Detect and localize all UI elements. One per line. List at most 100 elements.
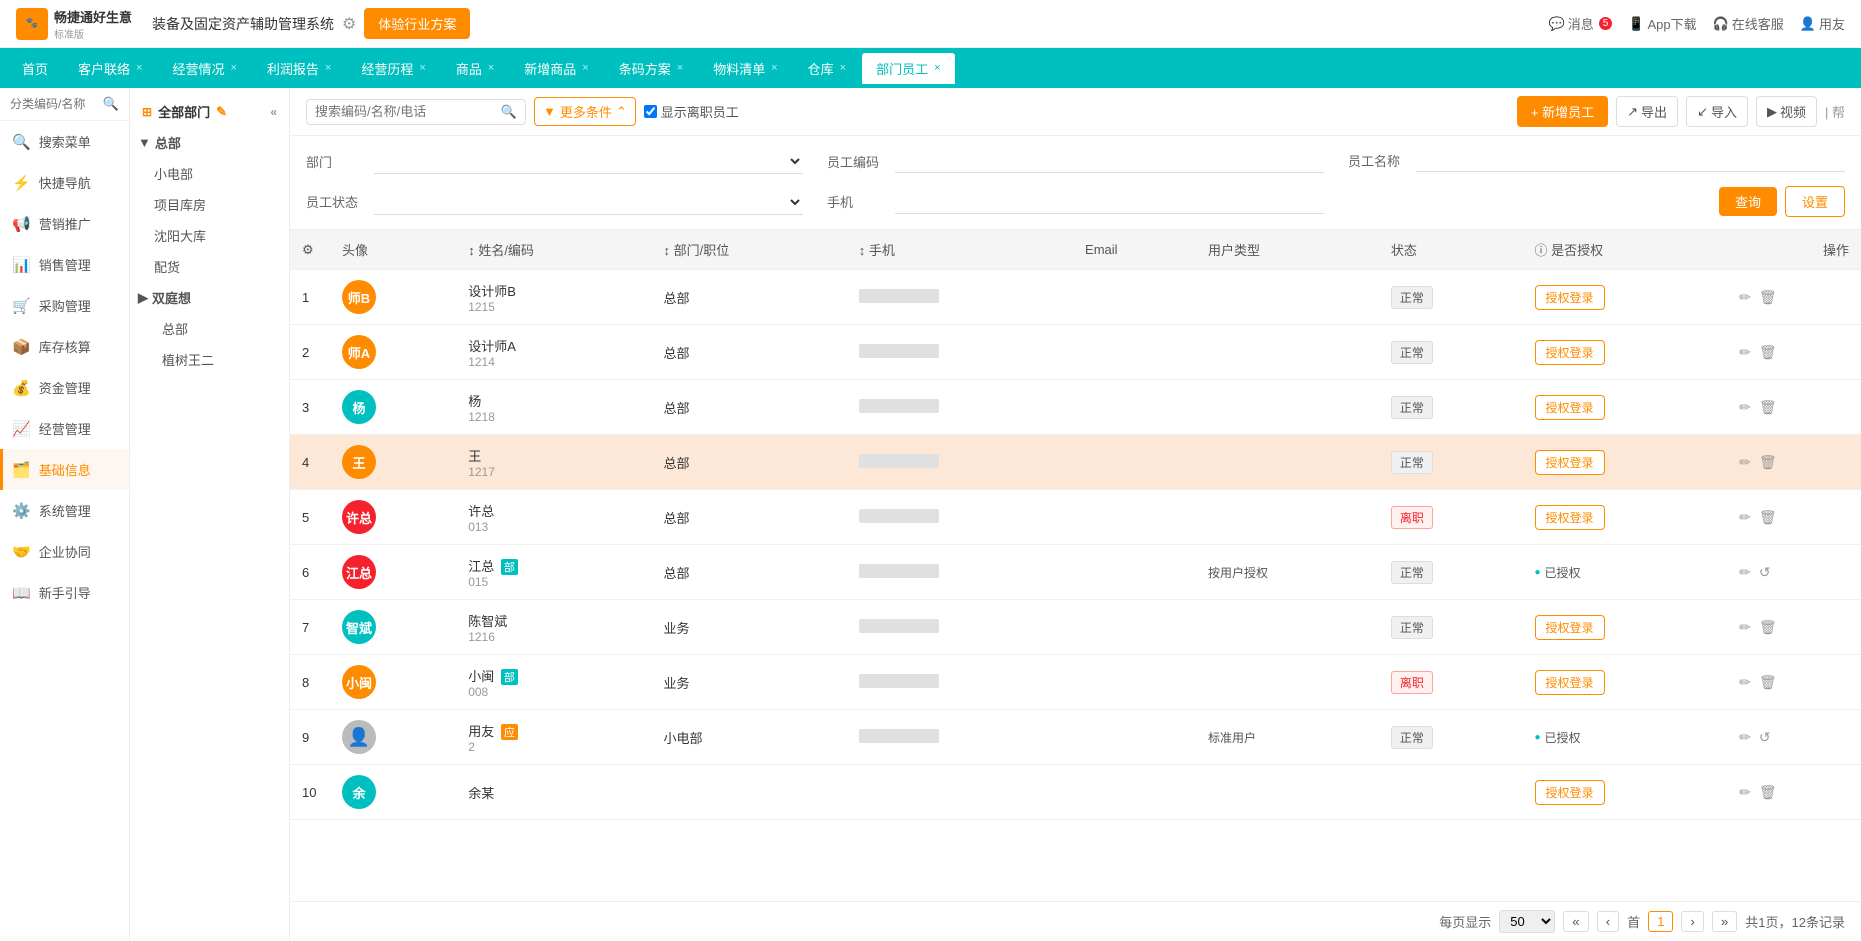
phone-filter-input[interactable] (895, 190, 1324, 214)
close-icon[interactable]: × (677, 62, 683, 74)
search-icon[interactable]: 🔍 (103, 96, 119, 112)
close-icon[interactable]: × (419, 62, 425, 74)
delete-button[interactable]: 🗑 (1759, 674, 1777, 691)
sidebar-item-search[interactable]: 🔍 搜索菜单 (0, 121, 129, 162)
tree-node-xiangmuku[interactable]: 项目库房 (130, 189, 289, 220)
sidebar-item-guide[interactable]: 📖 新手引导 (0, 572, 129, 613)
delete-button[interactable]: 🗑 (1759, 619, 1777, 636)
export-button[interactable]: ↗ 导出 (1616, 96, 1678, 127)
empname-filter-input[interactable] (1416, 148, 1845, 172)
auth-button[interactable]: 授权登录 (1535, 450, 1605, 475)
show-leave-checkbox[interactable]: 显示离职员工 (644, 102, 739, 121)
view-button[interactable]: ▶ 视频 (1756, 96, 1817, 127)
tree-node-xiaodianbu[interactable]: 小电部 (130, 158, 289, 189)
tab-operation-status[interactable]: 经营情况 × (158, 53, 250, 84)
delete-button[interactable]: 🗑 (1759, 344, 1777, 361)
edit-button[interactable]: ✏ (1739, 344, 1751, 361)
show-leave-input[interactable] (644, 105, 657, 118)
delete-button[interactable]: 🗑 (1759, 784, 1777, 801)
close-icon[interactable]: × (582, 62, 588, 74)
tab-home[interactable]: 首页 (8, 53, 62, 84)
filter-button[interactable]: ▼ 更多条件 ⌃ (534, 97, 636, 126)
auth-button[interactable]: 授权登录 (1535, 395, 1605, 420)
delete-button[interactable]: ↺ (1759, 564, 1771, 581)
filter-settings-button[interactable]: 设置 (1785, 186, 1845, 217)
collapse-icon[interactable]: « (270, 105, 277, 119)
sidebar-item-operation[interactable]: 📈 经营管理 (0, 408, 129, 449)
sidebar-search-input[interactable] (10, 97, 99, 111)
delete-button[interactable]: 🗑 (1759, 509, 1777, 526)
edit-button[interactable]: ✏ (1739, 454, 1751, 471)
next-page-button[interactable]: › (1681, 911, 1703, 932)
close-icon[interactable]: × (488, 62, 494, 74)
col-dept-pos[interactable]: ↕ 部门/职位 (651, 230, 846, 270)
help-icon[interactable]: | 帮 (1825, 102, 1845, 121)
search-input[interactable] (315, 104, 497, 119)
sidebar-item-quick[interactable]: ⚡ 快捷导航 (0, 162, 129, 203)
edit-button[interactable]: ✏ (1739, 509, 1751, 526)
tab-history[interactable]: 经营历程 × (347, 53, 439, 84)
col-name-code[interactable]: ↕ 姓名/编码 (456, 230, 651, 270)
close-icon[interactable]: × (325, 62, 331, 74)
search-icon[interactable]: 🔍 (501, 104, 517, 120)
page-size-select[interactable]: 50 100 (1499, 910, 1555, 933)
prev-page-button[interactable]: ‹ (1597, 911, 1619, 932)
user-avatar-area[interactable]: 👤 用友 (1800, 14, 1845, 33)
tab-profit[interactable]: 利润报告 × (253, 53, 345, 84)
all-dept-label[interactable]: 全部部门 (158, 102, 210, 121)
close-icon[interactable]: × (136, 62, 142, 74)
sidebar-item-inventory[interactable]: 📦 库存核算 (0, 326, 129, 367)
sidebar-item-finance[interactable]: 💰 资金管理 (0, 367, 129, 408)
tree-node-zhishuwang[interactable]: 植树王二 (130, 344, 289, 375)
sidebar-item-sales[interactable]: 📊 销售管理 (0, 244, 129, 285)
auth-button[interactable]: 授权登录 (1535, 340, 1605, 365)
close-icon[interactable]: × (840, 62, 846, 74)
auth-button[interactable]: 授权登录 (1535, 285, 1605, 310)
tab-goods[interactable]: 商品 × (442, 53, 508, 84)
sidebar-item-system[interactable]: ⚙️ 系统管理 (0, 490, 129, 531)
tab-new-goods[interactable]: 新增商品 × (510, 53, 602, 84)
auth-button[interactable]: 授权登录 (1535, 615, 1605, 640)
delete-button[interactable]: 🗑 (1759, 289, 1777, 306)
trial-button[interactable]: 体验行业方案 (364, 8, 470, 39)
delete-button[interactable]: 🗑 (1759, 399, 1777, 416)
sidebar-item-collab[interactable]: 🤝 企业协同 (0, 531, 129, 572)
auth-button[interactable]: 授权登录 (1535, 780, 1605, 805)
query-button[interactable]: 查询 (1719, 187, 1777, 216)
app-download-link[interactable]: 📱 App下载 (1628, 14, 1696, 33)
sidebar-item-marketing[interactable]: 📢 营销推广 (0, 203, 129, 244)
last-page-button[interactable]: » (1712, 911, 1737, 932)
dept-filter-select[interactable] (374, 148, 803, 174)
tab-barcode[interactable]: 条码方案 × (605, 53, 697, 84)
edit-button[interactable]: ✏ (1739, 729, 1751, 746)
message-link[interactable]: 💬 消息 5 (1549, 14, 1613, 33)
close-icon[interactable]: × (230, 62, 236, 74)
auth-button[interactable]: 授权登录 (1535, 505, 1605, 530)
empcode-filter-input[interactable] (895, 149, 1324, 173)
edit-button[interactable]: ✏ (1739, 619, 1751, 636)
auth-button[interactable]: 授权登录 (1535, 670, 1605, 695)
delete-button[interactable]: 🗑 (1759, 454, 1777, 471)
edit-tree-icon[interactable]: ✎ (216, 104, 227, 120)
status-filter-select[interactable] (374, 189, 803, 215)
sidebar-item-purchase[interactable]: 🛒 采购管理 (0, 285, 129, 326)
sidebar-item-basic[interactable]: 🗂️ 基础信息 (0, 449, 129, 490)
settings-icon[interactable]: ⚙ (342, 14, 356, 34)
tree-node-zongbu2[interactable]: 总部 (130, 313, 289, 344)
edit-button[interactable]: ✏ (1739, 289, 1751, 306)
edit-button[interactable]: ✏ (1739, 674, 1751, 691)
delete-button[interactable]: ↺ (1759, 729, 1771, 746)
first-page-button[interactable]: « (1563, 911, 1588, 932)
online-service-link[interactable]: 🎧 在线客服 (1713, 14, 1784, 33)
add-employee-button[interactable]: + 新增员工 (1517, 96, 1608, 127)
tab-warehouse[interactable]: 仓库 × (794, 53, 860, 84)
import-button[interactable]: ↙ 导入 (1686, 96, 1748, 127)
close-icon[interactable]: × (934, 62, 940, 74)
tab-customer[interactable]: 客户联络 × (64, 53, 156, 84)
col-phone[interactable]: ↕ 手机 (847, 230, 1073, 270)
col-settings[interactable]: ⚙ (290, 230, 330, 270)
tree-node-zongbu[interactable]: ▼ 总部 (130, 127, 289, 158)
tree-node-peihuo[interactable]: 配货 (130, 251, 289, 282)
tree-node-shuangtingxiang[interactable]: ▶ 双庭想 (130, 282, 289, 313)
edit-button[interactable]: ✏ (1739, 399, 1751, 416)
